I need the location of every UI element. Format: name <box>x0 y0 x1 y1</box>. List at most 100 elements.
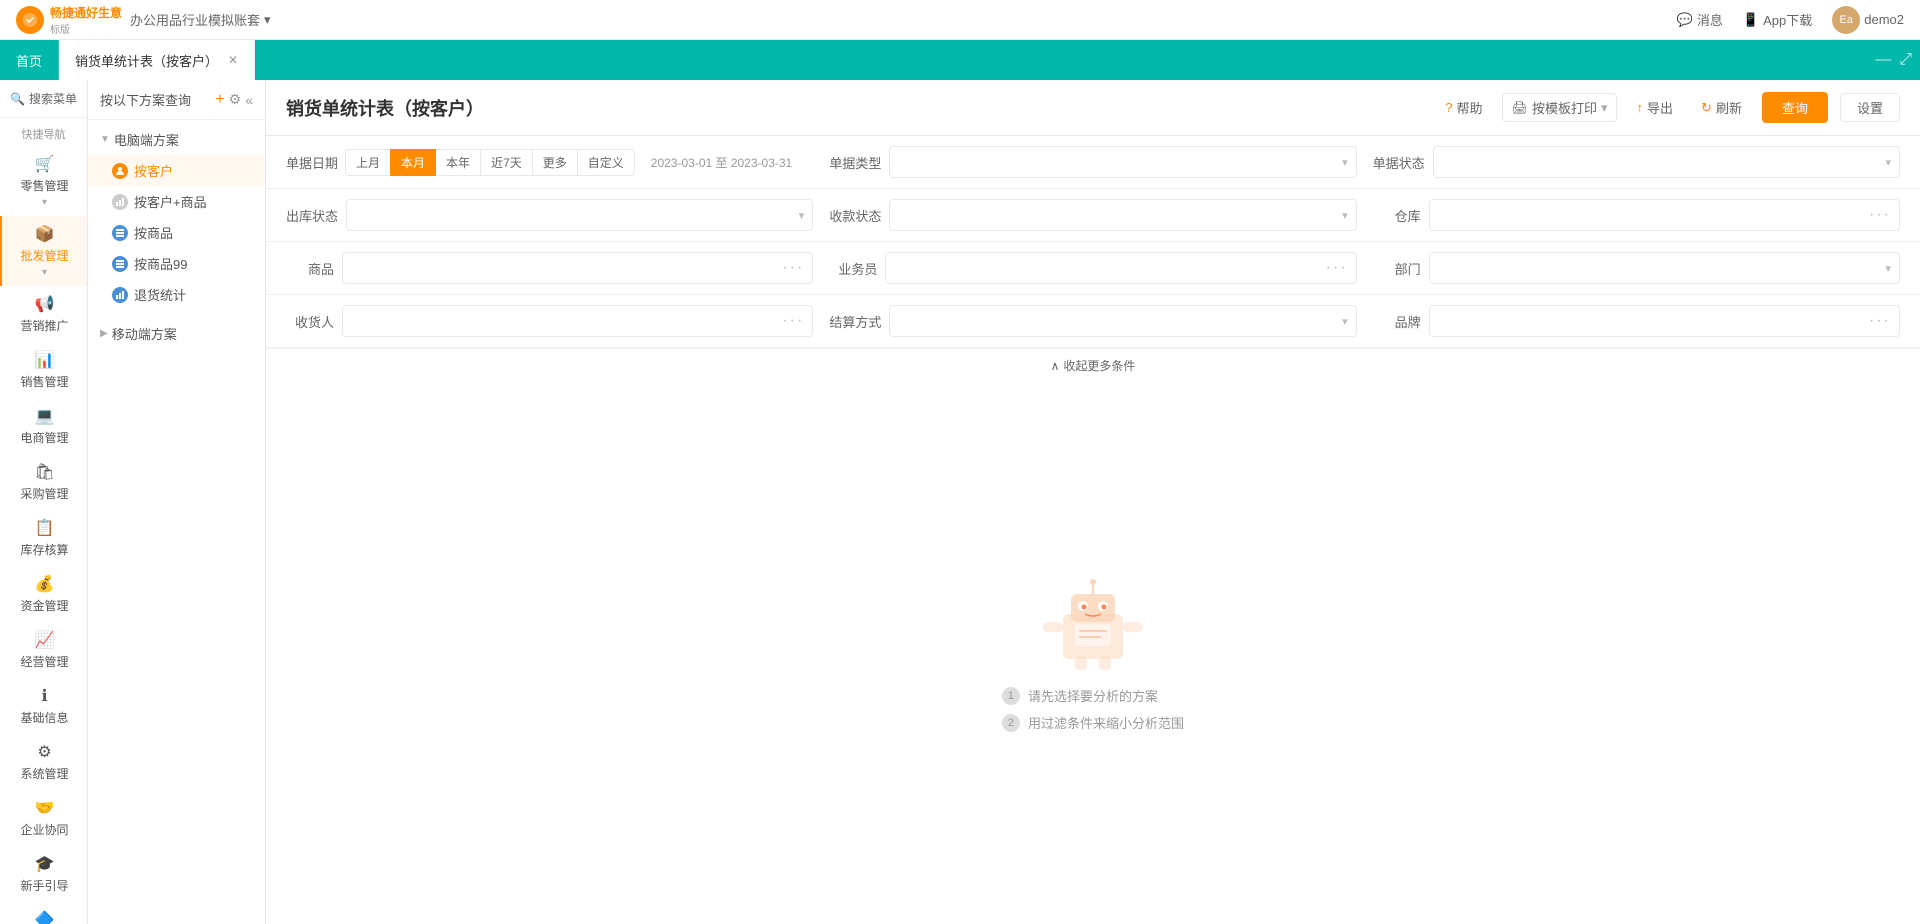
scheme-group-mobile-title[interactable]: ▶ 移动端方案 <box>88 318 265 349</box>
recipient-select[interactable]: ··· <box>342 305 813 337</box>
scheme-panel: 按以下方案查询 + ⚙ « ▼ 电脑端方案 按客户 <box>88 80 266 924</box>
customer-scheme-label: 按客户 <box>134 161 173 180</box>
scheme-settings-icon[interactable]: ⚙ <box>229 91 242 108</box>
search-menu-button[interactable]: 🔍 搜索菜单 <box>8 90 79 107</box>
dept-arrow-icon: ▾ <box>1885 262 1891 275</box>
sidebar-item-marketing[interactable]: 📢 营销推广 <box>0 286 87 342</box>
inventory-icon: 📋 <box>35 518 55 538</box>
out-status-cell: 出库状态 ▾ <box>286 199 813 231</box>
operation-label: 经营管理 <box>20 653 68 670</box>
dept-select[interactable]: ▾ <box>1429 252 1900 284</box>
receipt-status-cell: 收款状态 ▾ <box>829 199 1356 231</box>
date-filter-cell: 单据日期 上月 本月 本年 近7天 更多 自定义 2023-03-01 至 20… <box>286 149 813 176</box>
salesperson-dots-icon: ··· <box>1326 259 1348 277</box>
sidebar-item-appcenter[interactable]: 🔷 应用中心 <box>0 902 87 924</box>
warehouse-select[interactable]: ··· <box>1429 199 1900 231</box>
tab-expand-icon[interactable]: ⤢ <box>1899 51 1912 69</box>
date-option-custom[interactable]: 自定义 <box>577 149 635 176</box>
message-icon: 💬 <box>1677 12 1693 28</box>
scheme-panel-title: 按以下方案查询 <box>100 90 191 109</box>
group-expand-icon: ▼ <box>100 134 110 145</box>
product99-icon <box>112 256 128 272</box>
query-button[interactable]: 查询 <box>1762 92 1828 123</box>
tab-statistics-label: 销货单统计表（按客户） <box>75 51 218 70</box>
scheme-collapse-icon[interactable]: « <box>245 92 253 108</box>
order-status-cell: 单据状态 ▾ <box>1373 146 1900 178</box>
collapse-up-icon: ∧ <box>1051 359 1060 373</box>
date-option-this-year[interactable]: 本年 <box>435 149 481 176</box>
return-scheme-label: 退货统计 <box>134 285 186 304</box>
basic-label: 基础信息 <box>20 709 68 726</box>
help-button[interactable]: ? 帮助 <box>1437 94 1490 121</box>
scheme-group-desktop-title[interactable]: ▼ 电脑端方案 <box>88 124 265 155</box>
main-content: 销货单统计表（按客户） ? 帮助 🖨 按模板打印 ▾ ↑ <box>266 80 1920 924</box>
message-label: 消息 <box>1697 10 1723 29</box>
scheme-item-by-product[interactable]: 按商品 <box>88 217 265 248</box>
scheme-item-by-customer[interactable]: 按客户 <box>88 155 265 186</box>
avatar: Ea <box>1832 6 1860 34</box>
warehouse-label: 仓库 <box>1373 206 1421 225</box>
product-scheme-label: 按商品 <box>134 223 173 242</box>
enterprise-label: 企业协同 <box>20 821 68 838</box>
page-header: 销货单统计表（按客户） ? 帮助 🖨 按模板打印 ▾ ↑ <box>266 80 1920 136</box>
scheme-item-product99[interactable]: 按商品99 <box>88 248 265 279</box>
collapse-bar[interactable]: ∧ 收起更多条件 <box>266 348 1920 382</box>
out-status-select[interactable]: ▾ <box>346 199 813 231</box>
sidebar-item-ecommerce[interactable]: 💻 电商管理 <box>0 398 87 454</box>
purchase-label: 采购管理 <box>20 485 68 502</box>
product-scheme-icon <box>112 225 128 241</box>
sidebar-item-system[interactable]: ⚙ 系统管理 <box>0 734 87 790</box>
filter-row-2: 出库状态 ▾ 收款状态 ▾ 仓库 <box>266 189 1920 242</box>
date-option-7days[interactable]: 近7天 <box>480 149 533 176</box>
scheme-item-return[interactable]: 退货统计 <box>88 279 265 310</box>
refresh-button[interactable]: ↻ 刷新 <box>1693 94 1750 121</box>
content-area: 按以下方案查询 + ⚙ « ▼ 电脑端方案 按客户 <box>88 80 1920 924</box>
sidebar-item-sales[interactable]: 📊 销售管理 <box>0 342 87 398</box>
breadcrumb-dropdown[interactable]: 办公用品行业模拟账套 ▾ <box>130 10 271 29</box>
ecommerce-label: 电商管理 <box>20 429 68 446</box>
app-download-action[interactable]: 📱 App下载 <box>1743 10 1812 29</box>
date-option-last-month[interactable]: 上月 <box>345 149 391 176</box>
sidebar-item-operation[interactable]: 📈 经营管理 <box>0 622 87 678</box>
product99-label: 按商品99 <box>134 254 187 273</box>
date-option-this-month[interactable]: 本月 <box>390 149 436 176</box>
sidebar-item-inventory[interactable]: 📋 库存核算 <box>0 510 87 566</box>
main-layout: 🔍 搜索菜单 快捷导航 🛒 零售管理 ▾ 📦 批发管理 ▾ 📢 营销推广 📊 销… <box>0 80 1920 924</box>
brand-select[interactable]: ··· <box>1429 305 1900 337</box>
print-button[interactable]: 🖨 按模板打印 ▾ <box>1502 93 1616 122</box>
sidebar-item-guide[interactable]: 🎓 新手引导 <box>0 846 87 902</box>
user-info[interactable]: Ea demo2 <box>1832 6 1904 34</box>
message-action[interactable]: 💬 消息 <box>1677 10 1723 29</box>
order-status-select[interactable]: ▾ <box>1433 146 1900 178</box>
order-type-select[interactable]: ▾ <box>889 146 1356 178</box>
export-button[interactable]: ↑ 导出 <box>1629 94 1682 121</box>
sidebar-item-wholesale[interactable]: 📦 批发管理 ▾ <box>0 216 87 286</box>
product-select[interactable]: ··· <box>342 252 813 284</box>
sidebar-item-purchase[interactable]: 🛍 采购管理 <box>0 454 87 510</box>
scheme-add-icon[interactable]: + <box>215 91 224 109</box>
sidebar-item-finance[interactable]: 💰 资金管理 <box>0 566 87 622</box>
app-download-icon: 📱 <box>1743 12 1759 28</box>
tab-home[interactable]: 首页 <box>0 40 59 80</box>
return-scheme-icon <box>112 287 128 303</box>
sidebar-item-enterprise[interactable]: 🤝 企业协同 <box>0 790 87 846</box>
date-option-more[interactable]: 更多 <box>532 149 578 176</box>
page-title-row: 销货单统计表（按客户） ? 帮助 🖨 按模板打印 ▾ ↑ <box>286 92 1900 123</box>
page-actions: ? 帮助 🖨 按模板打印 ▾ ↑ 导出 ↻ <box>1437 92 1900 123</box>
salesperson-cell: 业务员 ··· <box>829 252 1356 284</box>
setting-button[interactable]: 设置 <box>1840 93 1900 122</box>
finance-icon: 💰 <box>35 574 55 594</box>
order-status-label: 单据状态 <box>1373 153 1425 172</box>
salesperson-select[interactable]: ··· <box>885 252 1356 284</box>
breadcrumb-text: 办公用品行业模拟账套 <box>130 10 260 29</box>
tab-statistics[interactable]: 销货单统计表（按客户） ✕ <box>59 40 255 80</box>
receipt-status-select[interactable]: ▾ <box>889 199 1356 231</box>
tip-num-1: 1 <box>1002 687 1020 705</box>
scheme-item-customer-product[interactable]: 按客户+商品 <box>88 186 265 217</box>
settlement-select[interactable]: ▾ <box>889 305 1356 337</box>
sidebar-item-basic[interactable]: ℹ 基础信息 <box>0 678 87 734</box>
customer-product-label: 按客户+商品 <box>134 192 207 211</box>
sidebar-item-retail[interactable]: 🛒 零售管理 ▾ <box>0 146 87 216</box>
tab-close-icon[interactable]: ✕ <box>228 53 238 67</box>
tab-minimize-icon[interactable]: — <box>1875 51 1891 69</box>
